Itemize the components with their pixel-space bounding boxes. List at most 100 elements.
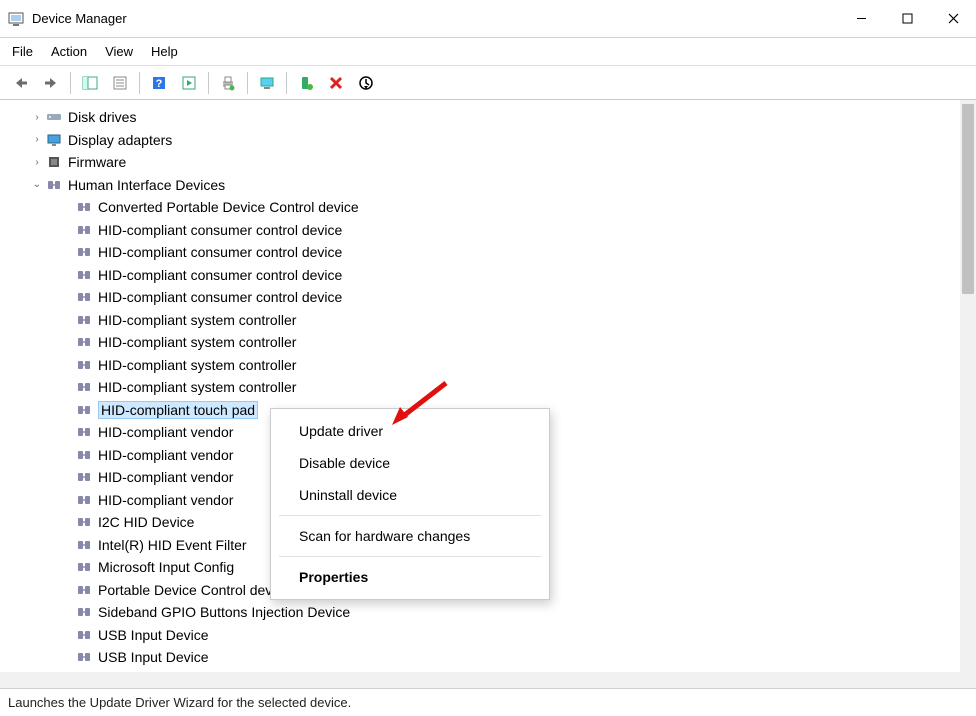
tree-device[interactable]: HID-compliant consumer control device: [0, 241, 960, 264]
device-icon: [76, 604, 92, 620]
device-label: HID-compliant consumer control device: [98, 222, 342, 238]
device-icon: [76, 559, 92, 575]
device-label: USB Input Device: [98, 627, 209, 643]
menu-uninstall-device[interactable]: Uninstall device: [271, 479, 549, 511]
device-label: Converted Portable Device Control device: [98, 199, 359, 215]
update-driver-button[interactable]: [293, 71, 319, 95]
device-label: Sideband GPIO Buttons Injection Device: [98, 604, 350, 620]
forward-button[interactable]: [38, 71, 64, 95]
device-label: HID-compliant consumer control device: [98, 244, 342, 260]
device-label: HID-compliant vendor: [98, 469, 233, 485]
close-button[interactable]: [930, 1, 976, 37]
tree-category[interactable]: › Firmware: [0, 151, 960, 174]
menu-update-driver[interactable]: Update driver: [271, 415, 549, 447]
device-label: HID-compliant system controller: [98, 357, 296, 373]
device-label: I2C HID Device: [98, 514, 194, 530]
tree-device[interactable]: Converted Portable Device Control device: [0, 196, 960, 219]
toolbar-separator: [70, 72, 71, 94]
category-label: Human Interface Devices: [68, 177, 225, 193]
chevron-right-icon[interactable]: ›: [30, 110, 44, 124]
tree-device[interactable]: USB Input Device: [0, 624, 960, 647]
titlebar: Device Manager: [0, 0, 976, 38]
device-icon: [76, 357, 92, 373]
device-icon: [76, 492, 92, 508]
minimize-button[interactable]: [838, 1, 884, 37]
menu-view[interactable]: View: [105, 44, 133, 59]
horizontal-scrollbar[interactable]: [0, 672, 960, 688]
device-icon: [76, 312, 92, 328]
menu-properties[interactable]: Properties: [271, 561, 549, 593]
device-icon: [76, 222, 92, 238]
device-icon: [76, 244, 92, 260]
tree-device[interactable]: USB Input Device: [0, 646, 960, 669]
device-label: HID-compliant system controller: [98, 379, 296, 395]
category-label: Firmware: [68, 154, 126, 170]
tree-category[interactable]: ›Display adapters: [0, 129, 960, 152]
properties-button[interactable]: [107, 71, 133, 95]
device-icon: [76, 537, 92, 553]
category-icon: [46, 109, 62, 125]
back-button[interactable]: [8, 71, 34, 95]
device-icon: [76, 199, 92, 215]
device-manager-icon: [8, 11, 24, 27]
chevron-down-icon[interactable]: ⌄: [30, 178, 44, 192]
toolbar: ?: [0, 66, 976, 100]
tree-device[interactable]: HID-compliant system controller: [0, 309, 960, 332]
tree-device[interactable]: HID-compliant consumer control device: [0, 264, 960, 287]
menu-disable-device[interactable]: Disable device: [271, 447, 549, 479]
device-icon: [76, 334, 92, 350]
category-icon: [46, 177, 62, 193]
maximize-button[interactable]: [884, 1, 930, 37]
device-label: HID-compliant vendor: [98, 447, 233, 463]
tree-device[interactable]: HID-compliant system controller: [0, 354, 960, 377]
menubar: File Action View Help: [0, 38, 976, 66]
device-icon: [76, 424, 92, 440]
window-title: Device Manager: [32, 11, 127, 26]
print-button[interactable]: [215, 71, 241, 95]
category-label: Disk drives: [68, 109, 136, 125]
disable-button[interactable]: [353, 71, 379, 95]
tree-device[interactable]: HID-compliant system controller: [0, 376, 960, 399]
chevron-right-icon[interactable]: ›: [30, 155, 44, 169]
device-label: HID-compliant touch pad: [98, 401, 258, 419]
uninstall-button[interactable]: [323, 71, 349, 95]
menu-separator: [279, 556, 541, 557]
device-label: Microsoft Input Config: [98, 559, 234, 575]
device-icon: [76, 582, 92, 598]
device-icon: [76, 267, 92, 283]
category-icon: [46, 132, 62, 148]
category-icon: [46, 154, 62, 170]
menu-file[interactable]: File: [12, 44, 33, 59]
device-label: USB Input Device: [98, 649, 209, 665]
show-hide-tree-button[interactable]: [77, 71, 103, 95]
toolbar-separator: [139, 72, 140, 94]
toolbar-separator: [208, 72, 209, 94]
action-button[interactable]: [176, 71, 202, 95]
scrollbar-thumb[interactable]: [962, 104, 974, 294]
help-button[interactable]: ?: [146, 71, 172, 95]
tree-device[interactable]: Sideband GPIO Buttons Injection Device: [0, 601, 960, 624]
tree-category[interactable]: ⌄ Human Interface Devices: [0, 174, 960, 197]
scan-hardware-button[interactable]: [254, 71, 280, 95]
device-label: HID-compliant system controller: [98, 312, 296, 328]
toolbar-separator: [286, 72, 287, 94]
device-icon: [76, 402, 92, 418]
device-label: Intel(R) HID Event Filter: [98, 537, 247, 553]
tree-category[interactable]: › Disk drives: [0, 106, 960, 129]
tree-device[interactable]: HID-compliant system controller: [0, 331, 960, 354]
svg-text:?: ?: [156, 78, 163, 90]
status-bar: Launches the Update Driver Wizard for th…: [0, 689, 976, 716]
device-icon: [76, 649, 92, 665]
vertical-scrollbar[interactable]: [960, 100, 976, 688]
device-label: HID-compliant consumer control device: [98, 267, 342, 283]
toolbar-separator: [247, 72, 248, 94]
tree-device[interactable]: HID-compliant consumer control device: [0, 286, 960, 309]
device-icon: [76, 379, 92, 395]
menu-action[interactable]: Action: [51, 44, 87, 59]
menu-scan-hardware[interactable]: Scan for hardware changes: [271, 520, 549, 552]
context-menu: Update driver Disable device Uninstall d…: [270, 408, 550, 600]
menu-help[interactable]: Help: [151, 44, 178, 59]
device-label: HID-compliant system controller: [98, 334, 296, 350]
chevron-right-icon[interactable]: ›: [30, 133, 44, 147]
tree-device[interactable]: HID-compliant consumer control device: [0, 219, 960, 242]
